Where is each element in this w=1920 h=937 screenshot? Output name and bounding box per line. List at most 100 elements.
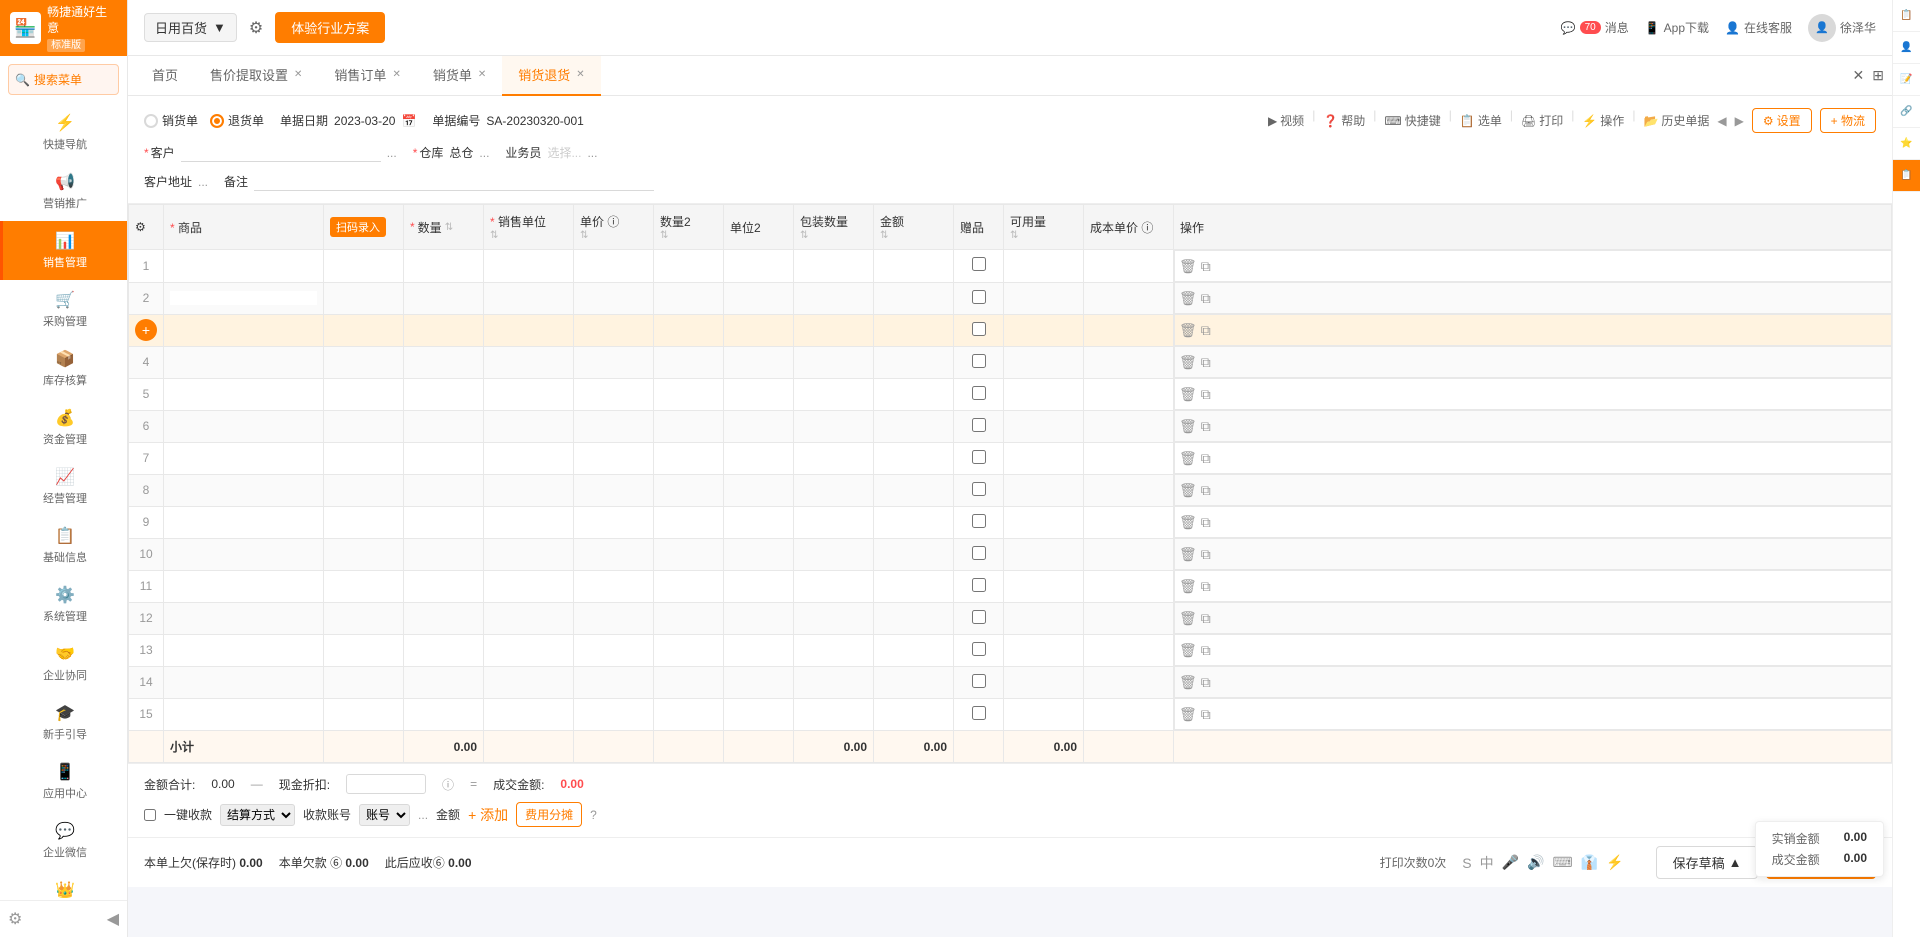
experience-btn[interactable]: 体验行业方案	[275, 12, 385, 43]
copy-row-8[interactable]: ⧉	[1201, 479, 1211, 501]
table-settings-icon[interactable]: ⚙	[135, 220, 146, 234]
delete-row-14[interactable]: 🗑	[1179, 671, 1197, 693]
calendar-icon[interactable]: 📅	[401, 114, 416, 128]
sidebar-settings-button[interactable]: ⚙	[8, 909, 22, 929]
sidebar-item-member[interactable]: 👑 畅会员	[0, 870, 127, 900]
radio-sales[interactable]: 销货单	[144, 112, 198, 129]
gift-check-8[interactable]	[972, 482, 986, 496]
gift-check-3[interactable]	[972, 322, 986, 336]
delete-row-11[interactable]: 🗑	[1179, 575, 1197, 597]
delete-row-7[interactable]: 🗑	[1179, 447, 1197, 469]
product-cell-1[interactable]	[164, 250, 324, 283]
delete-row-6[interactable]: 🗑	[1179, 415, 1197, 437]
prev-record-button[interactable]: ◀	[1717, 108, 1726, 133]
user-profile[interactable]: 👤 徐泽华	[1808, 14, 1876, 42]
tab-collapse-button[interactable]: ✕	[1853, 67, 1865, 84]
delete-row-4[interactable]: 🗑	[1179, 351, 1197, 373]
delete-row-9[interactable]: 🗑	[1179, 511, 1197, 533]
copy-row-4[interactable]: ⧉	[1201, 351, 1211, 373]
sidebar-item-system[interactable]: ⚙️ 系统管理	[0, 575, 127, 634]
copy-row-13[interactable]: ⧉	[1201, 639, 1211, 661]
tab-sales-return[interactable]: 销货退货 ✕	[502, 56, 600, 96]
gift-check-6[interactable]	[972, 418, 986, 432]
app-download-button[interactable]: 📱 App下载	[1645, 19, 1709, 36]
discount-input[interactable]	[346, 774, 426, 794]
copy-row-6[interactable]: ⧉	[1201, 415, 1211, 437]
settings-form-button[interactable]: ⚙ 设置	[1752, 108, 1812, 133]
account-dotted[interactable]: ...	[418, 808, 428, 822]
sidebar-item-enterprise[interactable]: 🤝 企业协同	[0, 634, 127, 693]
sidebar-item-marketing[interactable]: 📢 营销推广	[0, 162, 127, 221]
remark-input[interactable]	[254, 172, 654, 191]
topbar-settings-button[interactable]: ⚙	[249, 18, 263, 38]
online-service-button[interactable]: 👤 在线客服	[1725, 19, 1792, 36]
copy-row-3[interactable]: ⧉	[1201, 319, 1211, 341]
customer-input[interactable]	[181, 143, 381, 162]
copy-row-15[interactable]: ⧉	[1201, 703, 1211, 725]
right-panel-item-2[interactable]: 👤	[1893, 32, 1920, 64]
gift-check-7[interactable]	[972, 450, 986, 464]
copy-row-10[interactable]: ⧉	[1201, 543, 1211, 565]
gift-check-9[interactable]	[972, 514, 986, 528]
product-input-1[interactable]	[170, 259, 317, 273]
gift-check-12[interactable]	[972, 610, 986, 624]
gift-check-14[interactable]	[972, 674, 986, 688]
industry-selector[interactable]: 日用百货 ▼	[144, 13, 237, 42]
sidebar-collapse-button[interactable]: ◀	[107, 909, 119, 929]
operation-button[interactable]: ⚡ 操作	[1582, 108, 1624, 133]
message-button[interactable]: 💬 70 消息	[1561, 19, 1629, 36]
right-panel-item-3[interactable]: 📝	[1893, 64, 1920, 96]
th-settings[interactable]: ⚙	[129, 205, 164, 250]
sidebar-item-purchase[interactable]: 🛒 采购管理	[0, 280, 127, 339]
fee-split-button[interactable]: 费用分摊	[516, 802, 582, 827]
delete-row-3[interactable]: 🗑	[1179, 319, 1197, 341]
scan-button[interactable]: 扫码录入	[330, 217, 386, 237]
copy-row-14[interactable]: ⧉	[1201, 671, 1211, 693]
copy-row-9[interactable]: ⧉	[1201, 511, 1211, 533]
gift-check-1[interactable]	[972, 257, 986, 271]
search-menu-button[interactable]: 🔍 搜索菜单	[8, 64, 119, 95]
sidebar-item-operations[interactable]: 📈 经营管理	[0, 457, 127, 516]
fee-help-icon[interactable]: ?	[590, 808, 597, 822]
warehouse-dotted[interactable]: ...	[479, 146, 489, 160]
right-panel-item-1[interactable]: 📋	[1893, 0, 1920, 32]
next-record-button[interactable]: ▶	[1735, 108, 1744, 133]
sidebar-item-finance[interactable]: 💰 资金管理	[0, 398, 127, 457]
sidebar-item-basic[interactable]: 📋 基础信息	[0, 516, 127, 575]
customer-dotted[interactable]: ...	[387, 146, 397, 160]
add-row-button[interactable]: +	[135, 319, 157, 341]
address-dotted[interactable]: ...	[198, 175, 208, 189]
delete-row-15[interactable]: 🗑	[1179, 703, 1197, 725]
sidebar-item-newbie[interactable]: 🎓 新手引导	[0, 693, 127, 752]
select-order-button[interactable]: 📋 选单	[1460, 108, 1502, 133]
sidebar-item-shortcut[interactable]: ⚡ 快捷导航	[0, 103, 127, 162]
add-payment-button[interactable]: + 添加	[468, 805, 508, 825]
delete-row-1[interactable]: 🗑	[1179, 255, 1197, 277]
copy-row-11[interactable]: ⧉	[1201, 575, 1211, 597]
one-click-payment-check[interactable]	[144, 809, 156, 821]
salesperson-dotted[interactable]: ...	[587, 146, 597, 160]
gift-check-15[interactable]	[972, 706, 986, 720]
account-select[interactable]: 账号	[359, 804, 410, 826]
delete-row-5[interactable]: 🗑	[1179, 383, 1197, 405]
help-button[interactable]: ❓ 帮助	[1323, 108, 1365, 133]
delete-row-10[interactable]: 🗑	[1179, 543, 1197, 565]
sidebar-item-wechat[interactable]: 💬 企业微信	[0, 811, 127, 870]
sidebar-item-appcenter[interactable]: 📱 应用中心	[0, 752, 127, 811]
salesperson-select[interactable]: 选择...	[547, 144, 581, 161]
gift-check-11[interactable]	[972, 578, 986, 592]
copy-row-12[interactable]: ⧉	[1201, 607, 1211, 629]
gift-check-2[interactable]	[972, 290, 986, 304]
tab-price-settings[interactable]: 售价提取设置 ✕	[194, 56, 318, 96]
copy-row-2[interactable]: ⧉	[1201, 287, 1211, 309]
print-button[interactable]: 🖨 打印	[1521, 108, 1563, 133]
right-panel-item-6[interactable]: 📋	[1893, 160, 1920, 192]
save-draft-button[interactable]: 保存草稿 ▲	[1656, 846, 1759, 879]
delete-row-12[interactable]: 🗑	[1179, 607, 1197, 629]
right-panel-item-5[interactable]: ⭐	[1893, 128, 1920, 160]
sidebar-item-inventory[interactable]: 📦 库存核算	[0, 339, 127, 398]
tab-grid-button[interactable]: ⊞	[1872, 67, 1884, 84]
copy-row-5[interactable]: ⧉	[1201, 383, 1211, 405]
copy-row-7[interactable]: ⧉	[1201, 447, 1211, 469]
copy-row-1[interactable]: ⧉	[1201, 255, 1211, 277]
